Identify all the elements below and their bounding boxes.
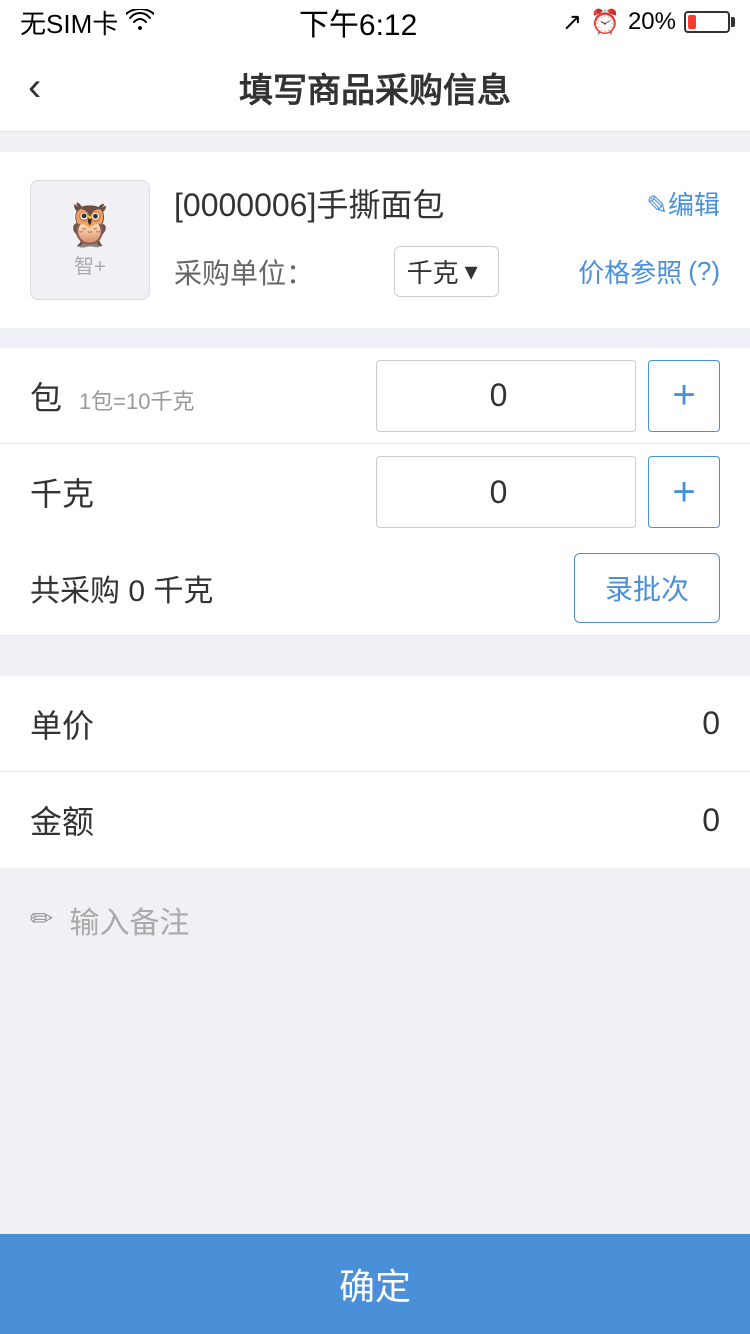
remark-placeholder: 输入备注 <box>69 898 189 942</box>
battery-fill <box>688 15 696 29</box>
amount-row: 金额 0 <box>0 772 750 868</box>
pack-plus-button[interactable]: + <box>648 360 720 432</box>
kg-input-right: + <box>376 456 720 528</box>
pack-sub-label: 1包=10千克 <box>79 389 195 414</box>
product-thumb-label: 智+ <box>74 250 106 279</box>
amount-label: 金额 <box>30 797 94 843</box>
price-ref-button[interactable]: 价格参照 (?) <box>578 253 720 290</box>
confirm-button[interactable]: 确定 <box>0 1234 750 1334</box>
back-button[interactable]: ‹ <box>28 65 41 110</box>
status-left: 无SIM卡 <box>20 4 154 41</box>
page-title: 填写商品采购信息 <box>239 63 511 112</box>
nav-bar: ‹ 填写商品采购信息 <box>0 44 750 132</box>
product-owl-icon: 🦉 <box>64 201 116 250</box>
status-right: ↗ ⏰ 20% <box>562 8 730 37</box>
product-name: [0000006]手撕面包 <box>174 180 444 226</box>
kg-input-row: 千克 + <box>0 444 750 540</box>
product-name-row: [0000006]手撕面包 ✎编辑 <box>174 180 720 226</box>
wifi-icon <box>126 7 154 38</box>
amount-value: 0 <box>702 802 720 839</box>
divider-1 <box>0 328 750 348</box>
unit-price-label: 单价 <box>30 701 94 747</box>
kg-quantity-input[interactable] <box>376 456 636 528</box>
product-thumbnail: 🦉 智+ <box>30 180 150 300</box>
purchase-unit-row: 采购单位： 千克 ▾ 价格参照 (?) <box>174 246 720 297</box>
pack-input-row: 包 1包=10千克 + <box>0 348 750 444</box>
input-section: 包 1包=10千克 + 千克 + <box>0 348 750 540</box>
product-card: 🦉 智+ [0000006]手撕面包 ✎编辑 采购单位： 千克 ▾ 价格参照 (… <box>0 152 750 328</box>
pencil-icon: ✏ <box>30 902 53 935</box>
battery-pct: 20% <box>628 8 676 36</box>
unit-select[interactable]: 千克 ▾ <box>394 246 499 297</box>
total-label: 共采购 0 千克 <box>30 566 213 610</box>
purchase-unit-label: 采购单位： <box>174 252 314 292</box>
price-section: 单价 0 金额 0 <box>0 676 750 868</box>
kg-plus-button[interactable]: + <box>648 456 720 528</box>
kg-label-group: 千克 <box>30 469 94 515</box>
unit-price-value: 0 <box>702 705 720 742</box>
unit-price-row: 单价 0 <box>0 676 750 772</box>
location-icon: ↗ <box>562 8 582 37</box>
product-info: [0000006]手撕面包 ✎编辑 采购单位： 千克 ▾ 价格参照 (?) <box>174 180 720 297</box>
alarm-icon: ⏰ <box>590 8 620 37</box>
kg-label: 千克 <box>30 476 94 512</box>
status-time: 下午6:12 <box>299 0 417 44</box>
price-ref-help-icon: (?) <box>688 256 720 287</box>
pack-quantity-input[interactable] <box>376 360 636 432</box>
remark-section[interactable]: ✏ 输入备注 <box>0 868 750 988</box>
status-bar: 无SIM卡 下午6:12 ↗ ⏰ 20% <box>0 0 750 44</box>
battery-icon <box>684 11 730 33</box>
record-batch-button[interactable]: 录批次 <box>574 553 720 623</box>
divider-2 <box>0 636 750 656</box>
edit-button[interactable]: ✎编辑 <box>646 185 720 222</box>
total-row: 共采购 0 千克 录批次 <box>0 540 750 636</box>
pack-label-group: 包 1包=10千克 <box>30 373 194 419</box>
dropdown-arrow-icon: ▾ <box>465 256 478 287</box>
pack-input-right: + <box>376 360 720 432</box>
price-ref-label: 价格参照 <box>578 253 682 290</box>
carrier-text: 无SIM卡 <box>20 4 118 41</box>
unit-value: 千克 <box>407 253 459 290</box>
pack-label: 包 <box>30 380 62 416</box>
